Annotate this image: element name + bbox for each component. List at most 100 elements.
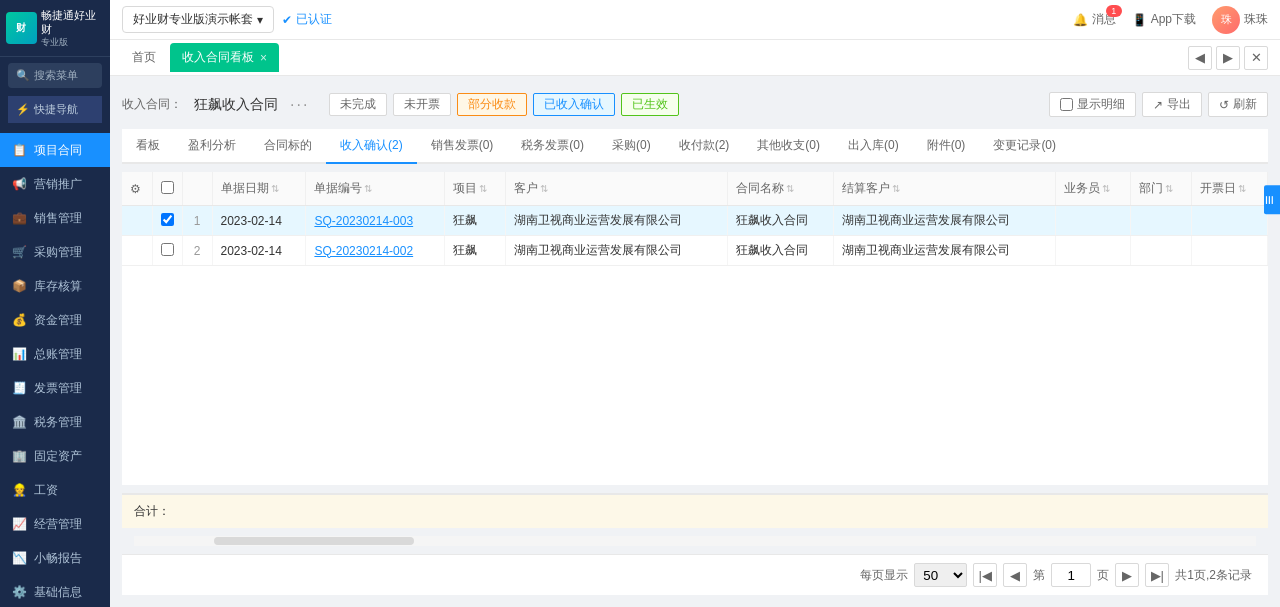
row-checkbox-1[interactable] <box>161 213 174 226</box>
sidebar-item-sales[interactable]: 💼 销售管理 <box>0 201 110 235</box>
tab-close-button[interactable]: ✕ <box>1244 46 1268 70</box>
sidebar-item-basic[interactable]: ⚙️ 基础信息 <box>0 575 110 607</box>
sidebar-item-business[interactable]: 📈 经营管理 <box>0 507 110 541</box>
th-contract-name[interactable]: 合同名称 ⇅ <box>727 172 834 206</box>
td-rownum-2: 2 <box>182 236 212 266</box>
select-all-checkbox[interactable] <box>161 181 174 194</box>
marketing-icon: 📢 <box>10 175 28 193</box>
th-salesperson[interactable]: 业务员 ⇅ <box>1055 172 1130 206</box>
tab-prev-button[interactable]: ◀ <box>1188 46 1212 70</box>
user-avatar: 珠 <box>1212 6 1240 34</box>
sidebar-item-asset[interactable]: 🏢 固定资产 <box>0 439 110 473</box>
th-date[interactable]: 单据日期 ⇅ <box>212 172 306 206</box>
subtab-purchase[interactable]: 采购(0) <box>598 129 665 164</box>
active-tab[interactable]: 收入合同看板 × <box>170 43 279 72</box>
subtab-warehouse[interactable]: 出入库(0) <box>834 129 913 164</box>
settings-icon[interactable]: ⚙ <box>130 182 141 196</box>
last-page-button[interactable]: ▶| <box>1145 563 1169 587</box>
sort-contract-icon: ⇅ <box>786 183 794 194</box>
td-settlement-1: 湖南卫视商业运营发展有限公司 <box>834 206 1056 236</box>
td-number-2: SQ-20230214-002 <box>306 236 445 266</box>
topbar: 好业财专业版演示帐套 ▾ ✔ 已认证 🔔 消息 1 📱 App下载 珠 珠珠 <box>110 0 1280 40</box>
status-incomplete[interactable]: 未完成 <box>329 93 387 116</box>
status-partial-receipt[interactable]: 部分收款 <box>457 93 527 116</box>
status-uninvoiced[interactable]: 未开票 <box>393 93 451 116</box>
sidebar-item-report[interactable]: 📉 小畅报告 <box>0 541 110 575</box>
export-icon: ↗ <box>1153 98 1163 112</box>
th-customer[interactable]: 客户 ⇅ <box>506 172 728 206</box>
sidebar-item-general[interactable]: 📊 总账管理 <box>0 337 110 371</box>
link-number-1[interactable]: SQ-20230214-003 <box>314 214 413 228</box>
tab-next-button[interactable]: ▶ <box>1216 46 1240 70</box>
td-customer-2: 湖南卫视商业运营发展有限公司 <box>506 236 728 266</box>
sales-icon: 💼 <box>10 209 28 227</box>
report-icon: 📉 <box>10 549 28 567</box>
show-detail-checkbox[interactable] <box>1060 98 1073 111</box>
sidebar-item-hr[interactable]: 👷 工资 <box>0 473 110 507</box>
prev-page-button[interactable]: ◀ <box>1003 563 1027 587</box>
subtab-sales-invoice[interactable]: 销售发票(0) <box>417 129 508 164</box>
certified-badge: ✔ 已认证 <box>282 11 332 28</box>
sidebar-item-tax[interactable]: 🏛️ 税务管理 <box>0 405 110 439</box>
td-rownum-1: 1 <box>182 206 212 236</box>
td-department-2 <box>1131 236 1192 266</box>
subtab-other-receipt[interactable]: 其他收支(0) <box>743 129 834 164</box>
user-avatar-area[interactable]: 珠 珠珠 <box>1212 6 1268 34</box>
search-menu-button[interactable]: 🔍 搜索菜单 <box>8 63 102 88</box>
table-row[interactable]: 2 2023-02-14 SQ-20230214-002 狂飙 湖南卫视商业运营… <box>122 236 1268 266</box>
link-number-2[interactable]: SQ-20230214-002 <box>314 244 413 258</box>
status-confirmed[interactable]: 已收入确认 <box>533 93 615 116</box>
th-number[interactable]: 单据编号 ⇅ <box>306 172 445 206</box>
show-detail-button[interactable]: 显示明细 <box>1049 92 1136 117</box>
per-page-select[interactable]: 50 100 200 <box>914 563 967 587</box>
th-project[interactable]: 项目 ⇅ <box>445 172 506 206</box>
quick-nav-button[interactable]: ⚡ 快捷导航 <box>8 96 102 123</box>
scroll-thumb[interactable] <box>214 537 414 545</box>
th-settlement-customer[interactable]: 结算客户 ⇅ <box>834 172 1056 206</box>
next-page-button[interactable]: ▶ <box>1115 563 1139 587</box>
right-panel-toggle[interactable]: ≡ <box>1264 185 1280 214</box>
invoice-icon: 🧾 <box>10 379 28 397</box>
subtab-attachment[interactable]: 附件(0) <box>913 129 980 164</box>
close-tab-button[interactable]: × <box>260 51 267 65</box>
status-effective[interactable]: 已生效 <box>621 93 679 116</box>
header-actions: 显示明细 ↗ 导出 ↺ 刷新 <box>1049 92 1268 117</box>
subtab-income-confirm[interactable]: 收入确认(2) <box>326 129 417 164</box>
project-icon: 📋 <box>10 141 28 159</box>
sidebar-item-invoice[interactable]: 🧾 发票管理 <box>0 371 110 405</box>
td-settings-2 <box>122 236 152 266</box>
lightning-icon: ⚡ <box>16 103 30 116</box>
chevron-down-icon: ▾ <box>257 13 263 27</box>
notifications-button[interactable]: 🔔 消息 1 <box>1073 11 1116 28</box>
sidebar-item-marketing[interactable]: 📢 营销推广 <box>0 167 110 201</box>
more-options-button[interactable]: ··· <box>290 96 309 114</box>
subtab-contract-standard[interactable]: 合同标的 <box>250 129 326 164</box>
row-checkbox-2[interactable] <box>161 243 174 256</box>
th-department[interactable]: 部门 ⇅ <box>1131 172 1192 206</box>
horizontal-scrollbar[interactable] <box>134 536 1256 546</box>
th-checkbox <box>152 172 182 206</box>
sidebar-item-finance[interactable]: 💰 资金管理 <box>0 303 110 337</box>
subtab-change-log[interactable]: 变更记录(0) <box>979 129 1070 164</box>
sidebar-item-inventory[interactable]: 📦 库存核算 <box>0 269 110 303</box>
subtab-board[interactable]: 看板 <box>122 129 174 164</box>
th-invoice-date[interactable]: 开票日 ⇅ <box>1192 172 1268 206</box>
company-selector[interactable]: 好业财专业版演示帐套 ▾ <box>122 6 274 33</box>
td-project-1: 狂飙 <box>445 206 506 236</box>
sidebar-item-purchase[interactable]: 🛒 采购管理 <box>0 235 110 269</box>
sidebar-item-project[interactable]: 📋 项目合同 <box>0 133 110 167</box>
td-settings-1 <box>122 206 152 236</box>
home-tab[interactable]: 首页 <box>122 43 166 72</box>
subtab-profit[interactable]: 盈利分析 <box>174 129 250 164</box>
content-area: 收入合同： 狂飙收入合同 ··· 未完成 未开票 部分收款 已收入确认 已生效 … <box>110 76 1280 607</box>
page-number-input[interactable] <box>1051 563 1091 587</box>
table-row[interactable]: 1 2023-02-14 SQ-20230214-003 狂飙 湖南卫视商业运营… <box>122 206 1268 236</box>
export-button[interactable]: ↗ 导出 <box>1142 92 1202 117</box>
first-page-button[interactable]: |◀ <box>973 563 997 587</box>
subtab-receipt[interactable]: 收付款(2) <box>665 129 744 164</box>
refresh-button[interactable]: ↺ 刷新 <box>1208 92 1268 117</box>
total-row: 合计： <box>122 493 1268 528</box>
app-download-button[interactable]: 📱 App下载 <box>1132 11 1196 28</box>
subtab-tax-invoice[interactable]: 税务发票(0) <box>507 129 598 164</box>
td-salesperson-2 <box>1055 236 1130 266</box>
